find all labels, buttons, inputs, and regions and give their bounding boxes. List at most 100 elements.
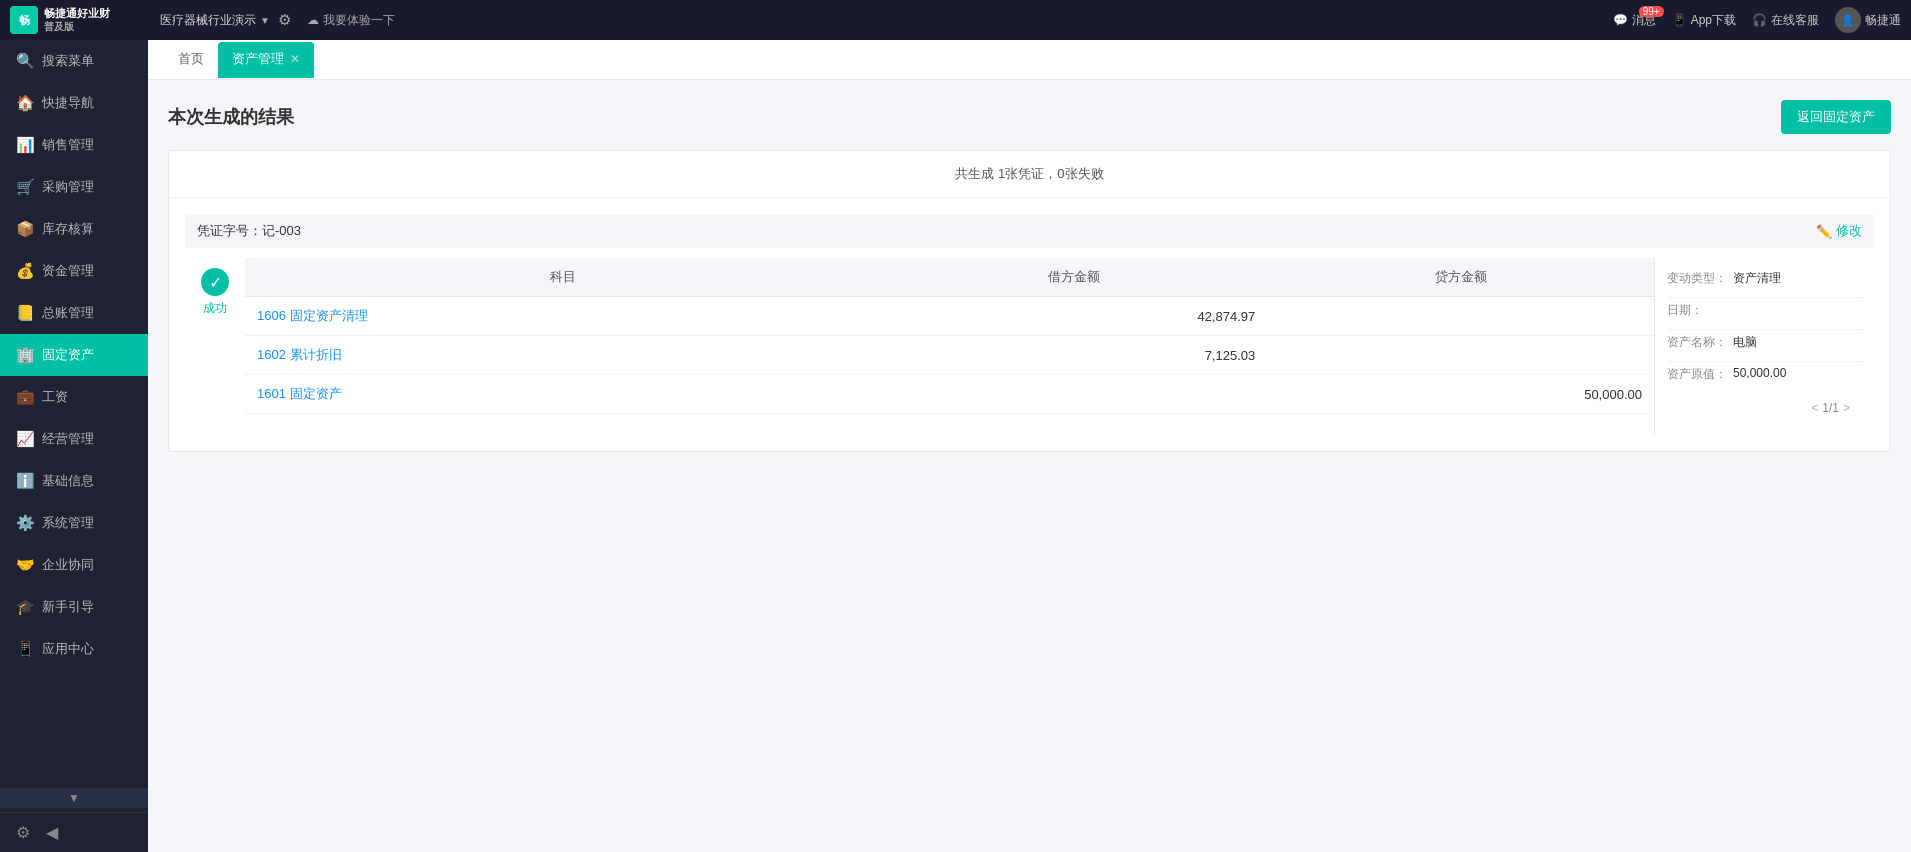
sidebar-item-operations[interactable]: 📈 经营管理	[0, 418, 148, 460]
success-icon: ✓	[201, 268, 229, 296]
download-icon: 📱	[1672, 13, 1687, 27]
prev-page-button[interactable]: <	[1811, 401, 1818, 415]
divider	[1667, 329, 1862, 330]
divider	[1667, 361, 1862, 362]
sidebar-item-label: 固定资产	[42, 346, 94, 364]
sidebar-item-purchase[interactable]: 🛒 采购管理	[0, 166, 148, 208]
sidebar-item-inventory[interactable]: 📦 库存核算	[0, 208, 148, 250]
tab-close-icon[interactable]: ✕	[290, 52, 300, 66]
app-download-button[interactable]: 📱 App下载	[1672, 12, 1736, 29]
debit-cell	[881, 375, 1268, 414]
cart-icon: 🛒	[16, 178, 34, 196]
voucher-section: 凭证字号：记-003 ✏️ 修改 ✓ 成功	[169, 198, 1890, 451]
tab-asset-management[interactable]: 资产管理 ✕	[218, 42, 314, 78]
sidebar-item-system[interactable]: ⚙️ 系统管理	[0, 502, 148, 544]
voucher-number: 凭证字号：记-003	[197, 222, 301, 240]
handshake-icon: 🤝	[16, 556, 34, 574]
cloud-icon: ☁	[307, 13, 319, 27]
message-icon: 💬	[1613, 13, 1628, 27]
sidebar-item-label: 系统管理	[42, 514, 94, 532]
online-service-button[interactable]: 🎧 在线客服	[1752, 12, 1819, 29]
success-indicator: ✓ 成功	[185, 258, 245, 317]
content-area: 首页 资产管理 ✕ 本次生成的结果 返回固定资产 共生成 1张凭证，0张失败 凭…	[148, 40, 1911, 852]
trend-icon: 📈	[16, 430, 34, 448]
sidebar-item-cooperation[interactable]: 🤝 企业协同	[0, 544, 148, 586]
original-value-value: 50,000.00	[1733, 366, 1786, 383]
chart-icon: 📊	[16, 136, 34, 154]
subject-cell: 1606 固定资产清理	[245, 297, 881, 336]
voucher-table: 科目 借方金额 贷方金额 1606 固定资产清理	[245, 258, 1654, 414]
collapse-icon[interactable]: ◀	[46, 823, 58, 842]
company-name: 医疗器械行业演示	[160, 12, 256, 29]
next-page-button[interactable]: >	[1843, 401, 1850, 415]
col-header-subject: 科目	[245, 258, 881, 297]
debit-cell: 42,874.97	[881, 297, 1268, 336]
original-value-label: 资产原值：	[1667, 366, 1727, 383]
briefcase-icon: 💼	[16, 388, 34, 406]
col-header-debit: 借方金额	[881, 258, 1268, 297]
page-content: 本次生成的结果 返回固定资产 共生成 1张凭证，0张失败 凭证字号：记-003 …	[148, 80, 1911, 852]
page-info: 1/1	[1822, 401, 1839, 415]
sidebar-item-label: 工资	[42, 388, 68, 406]
sidebar-item-fixed-assets[interactable]: 🏢 固定资产	[0, 334, 148, 376]
table-row: 1602 累计折旧 7,125.03	[245, 336, 1654, 375]
settings-icon: ⚙️	[16, 514, 34, 532]
sidebar-item-quicknav[interactable]: 🏠 快捷导航	[0, 82, 148, 124]
sidebar-item-ledger[interactable]: 📒 总账管理	[0, 292, 148, 334]
graduate-icon: 🎓	[16, 598, 34, 616]
sidebar-item-label: 搜索菜单	[42, 52, 94, 70]
sidebar-item-label: 应用中心	[42, 640, 94, 658]
sidebar-item-app-center[interactable]: 📱 应用中心	[0, 628, 148, 670]
main-layout: 🔍 搜索菜单 🏠 快捷导航 📊 销售管理 🛒 采购管理 📦 库存核算 💰	[0, 40, 1911, 852]
sidebar-scroll-down[interactable]: ▼	[0, 784, 148, 812]
app-icon: 📱	[16, 640, 34, 658]
sidebar-item-search[interactable]: 🔍 搜索菜单	[0, 40, 148, 82]
sidebar-item-payroll[interactable]: 💼 工资	[0, 376, 148, 418]
sidebar-item-label: 基础信息	[42, 472, 94, 490]
change-type-value: 资产清理	[1733, 270, 1781, 287]
logo-sub: 普及版	[44, 21, 110, 33]
voucher-edit-button[interactable]: ✏️ 修改	[1816, 222, 1862, 240]
sidebar-item-label: 销售管理	[42, 136, 94, 154]
logo-title: 畅捷通好业财	[44, 7, 110, 20]
sidebar-item-sales[interactable]: 📊 销售管理	[0, 124, 148, 166]
sidebar-item-label: 快捷导航	[42, 94, 94, 112]
sidebar-item-label: 采购管理	[42, 178, 94, 196]
table-row: 1606 固定资产清理 42,874.97	[245, 297, 1654, 336]
gear-icon[interactable]: ⚙	[278, 11, 291, 29]
sidebar-item-basics[interactable]: ℹ️ 基础信息	[0, 460, 148, 502]
page-title: 本次生成的结果	[168, 105, 294, 129]
credit-cell: 50,000.00	[1267, 375, 1654, 414]
settings-bottom-icon[interactable]: ⚙	[16, 823, 30, 842]
voucher-table-container: 科目 借方金额 贷方金额 1606 固定资产清理	[245, 258, 1874, 435]
building-icon: 🏢	[16, 346, 34, 364]
date-label: 日期：	[1667, 302, 1703, 319]
box-icon: 📦	[16, 220, 34, 238]
logo: 畅 畅捷通好业财 普及版	[10, 6, 140, 34]
sidebar-item-label: 库存核算	[42, 220, 94, 238]
home-icon: 🏠	[16, 94, 34, 112]
info-icon: ℹ️	[16, 472, 34, 490]
return-fixed-assets-button[interactable]: 返回固定资产	[1781, 100, 1891, 134]
voucher-right-panel: 变动类型： 资产清理 日期：	[1654, 258, 1874, 435]
sidebar-item-finance[interactable]: 💰 资金管理	[0, 250, 148, 292]
avatar: 👤	[1835, 7, 1861, 33]
money-icon: 💰	[16, 262, 34, 280]
topbar: 畅 畅捷通好业财 普及版 医疗器械行业演示 ▼ ⚙ ☁ 我要体验一下 💬 消息 …	[0, 0, 1911, 40]
original-value-item: 资产原值： 50,000.00	[1667, 366, 1862, 383]
messages-button[interactable]: 💬 消息 99+	[1613, 12, 1656, 29]
company-selector[interactable]: 医疗器械行业演示 ▼	[160, 12, 270, 29]
result-summary: 共生成 1张凭证，0张失败	[169, 151, 1890, 198]
voucher-header: 凭证字号：记-003 ✏️ 修改	[185, 214, 1874, 248]
tab-home[interactable]: 首页	[164, 42, 218, 78]
messages-badge: 99+	[1639, 6, 1664, 17]
experience-link[interactable]: ☁ 我要体验一下	[307, 12, 395, 29]
sidebar-item-label: 总账管理	[42, 304, 94, 322]
user-menu[interactable]: 👤 畅捷通	[1835, 7, 1901, 33]
change-type-item: 变动类型： 资产清理	[1667, 270, 1862, 287]
scroll-down-button[interactable]: ▼	[0, 788, 148, 808]
sidebar-item-guide[interactable]: 🎓 新手引导	[0, 586, 148, 628]
credit-cell	[1267, 336, 1654, 375]
sidebar-item-label: 资金管理	[42, 262, 94, 280]
subject-cell: 1601 固定资产	[245, 375, 881, 414]
